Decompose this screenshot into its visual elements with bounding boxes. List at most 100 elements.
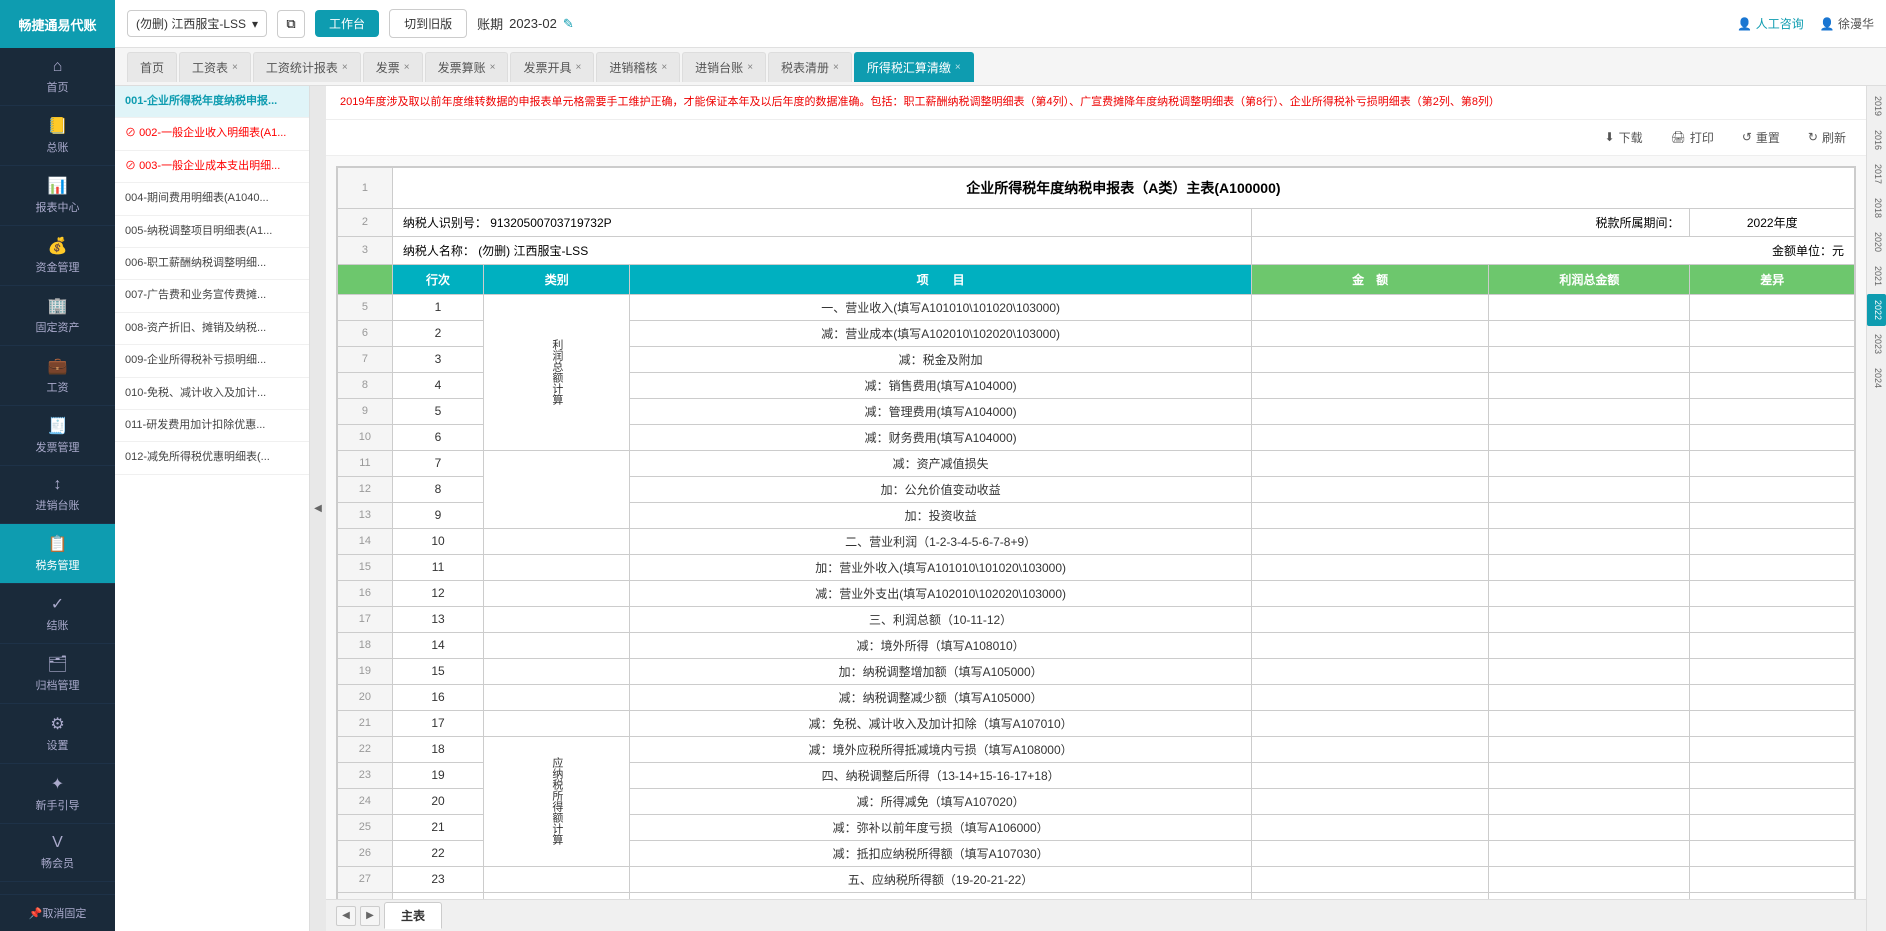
collapse-panel-button[interactable]: ◀ <box>310 86 326 931</box>
copy-icon-btn[interactable]: ⧉ <box>277 10 305 38</box>
sidebar-item-payroll[interactable]: 💼 工资 <box>0 346 115 406</box>
app-logo: 畅捷通易代账 <box>0 0 115 48</box>
tab-label: 首页 <box>140 59 164 76</box>
tab-close-icon[interactable]: × <box>232 62 238 73</box>
tab-close-icon[interactable]: × <box>575 62 581 73</box>
left-panel-item-001[interactable]: 001-企业所得税年度纳税申报... <box>115 86 309 118</box>
tab-close-icon[interactable]: × <box>342 62 348 73</box>
sheet-container[interactable]: 1 企业所得税年度纳税申报表（A类）主表(A100000) 2 纳税人识别号： … <box>326 156 1866 900</box>
table-row: 2 纳税人识别号： 91320500703719732P 税款所属期间： 202… <box>338 208 1855 236</box>
row-num: 6 <box>338 320 393 346</box>
sidebar-item-label: 报表中心 <box>36 199 80 215</box>
sidebar-item-archive-mgmt[interactable]: 🗂 归档管理 <box>0 644 115 704</box>
sidebar-item-import-export[interactable]: ↕ 进销台账 <box>0 466 115 524</box>
sidebar-item-label: 首页 <box>47 79 69 95</box>
table-row: 15 11 加：营业外收入(填写A101010\101020\103000) <box>338 554 1855 580</box>
left-panel-item-004[interactable]: 004-期间费用明细表(A1040... <box>115 183 309 215</box>
tab-label: 所得税汇算清缴 <box>867 59 951 76</box>
side-year-2021[interactable]: 2021 <box>1867 260 1886 292</box>
left-panel-item-002[interactable]: ⊘ 002-一般企业收入明细表(A1... <box>115 118 309 150</box>
sidebar-item-tax-mgmt[interactable]: 📋 税务管理 <box>0 524 115 584</box>
tab-income-tax[interactable]: 所得税汇算清缴 × <box>854 52 974 82</box>
sidebar-item-member[interactable]: V 畅会员 <box>0 824 115 882</box>
left-panel-item-005[interactable]: 005-纳税调整项目明细表(A1... <box>115 216 309 248</box>
tab-close-icon[interactable]: × <box>747 62 753 73</box>
tab-import-account[interactable]: 进销台账 × <box>682 52 766 82</box>
tab-payroll-stat[interactable]: 工资统计报表 × <box>253 52 361 82</box>
row-num: 23 <box>338 762 393 788</box>
left-panel-item-006[interactable]: 006-职工薪酬纳税调整明细... <box>115 248 309 280</box>
side-year-2017[interactable]: 2017 <box>1867 158 1886 190</box>
sidebar-item-new-guide[interactable]: ✦ 新手引导 <box>0 764 115 824</box>
xiangmu-cell: 减：境外所得（填写A108010） <box>630 632 1251 658</box>
sidebar-item-label: 固定资产 <box>36 319 80 335</box>
tab-tax-clear[interactable]: 税表清册 × <box>768 52 852 82</box>
sidebar-item-fund-mgmt[interactable]: 💰 资金管理 <box>0 226 115 286</box>
side-year-2024[interactable]: 2024 <box>1867 362 1886 394</box>
left-panel-item-007[interactable]: 007-广告费和业务宣传费摊... <box>115 280 309 312</box>
chay-cell <box>1690 372 1855 398</box>
side-year-2023[interactable]: 2023 <box>1867 328 1886 360</box>
download-button[interactable]: ⬇ 下载 <box>1599 126 1649 149</box>
workbench-button[interactable]: 工作台 <box>315 10 379 37</box>
prev-sheet-button[interactable]: ◀ <box>336 906 356 926</box>
left-panel-item-008[interactable]: 008-资产折旧、摊销及纳税... <box>115 313 309 345</box>
sidebar: 畅捷通易代账 ⌂ 首页 📒 总账 📊 报表中心 💰 资金管理 🏢 固定资产 <box>0 0 115 931</box>
tab-close-icon[interactable]: × <box>404 62 410 73</box>
user-avatar[interactable]: 👤 徐漫华 <box>1820 15 1874 32</box>
sidebar-pin-toggle[interactable]: 📌 取消固定 <box>0 894 115 931</box>
chay-cell <box>1690 658 1855 684</box>
xiangmu-cell: 减：弥补以前年度亏损（填写A106000） <box>630 814 1251 840</box>
quane-cell <box>1251 658 1489 684</box>
sheet-tab-main[interactable]: 主表 <box>384 902 442 929</box>
support-link[interactable]: 👤 人工咨询 <box>1737 15 1803 32</box>
col-header-hangci: 行次 <box>392 264 483 294</box>
left-panel-item-012[interactable]: 012-减免所得税优惠明细表(... <box>115 442 309 474</box>
taxpayer-id-cell: 纳税人识别号： 91320500703719732P <box>392 208 1251 236</box>
tab-import-check[interactable]: 进销稽核 × <box>596 52 680 82</box>
topbar: (勿删) 江西服宝-LSS ▾ ⧉ 工作台 切到旧版 账期 2023-02 ✎ … <box>115 0 1886 48</box>
side-year-2020[interactable]: 2020 <box>1867 226 1886 258</box>
side-year-2019[interactable]: 2019 <box>1867 90 1886 122</box>
tab-invoice-open[interactable]: 发票开具 × <box>510 52 594 82</box>
tab-close-icon[interactable]: × <box>955 62 961 73</box>
next-sheet-button[interactable]: ▶ <box>360 906 380 926</box>
tab-home[interactable]: 首页 <box>127 52 177 82</box>
leibie-cell: 利润总额计算 <box>484 294 630 450</box>
sidebar-item-home[interactable]: ⌂ 首页 <box>0 48 115 106</box>
switch-old-button[interactable]: 切到旧版 <box>389 9 467 38</box>
row-num: 26 <box>338 840 393 866</box>
side-year-2018[interactable]: 2018 <box>1867 192 1886 224</box>
period-edit-icon[interactable]: ✎ <box>563 16 574 32</box>
tab-close-icon[interactable]: × <box>490 62 496 73</box>
hang-cell: 2 <box>392 320 483 346</box>
left-panel-item-010[interactable]: 010-免税、减计收入及加计... <box>115 378 309 410</box>
download-label: 下载 <box>1619 129 1643 146</box>
sidebar-item-general-ledger[interactable]: 📒 总账 <box>0 106 115 166</box>
side-year-2022[interactable]: 2022 <box>1867 294 1886 326</box>
tab-invoice-calc[interactable]: 发票算账 × <box>425 52 509 82</box>
sidebar-item-report-center[interactable]: 📊 报表中心 <box>0 166 115 226</box>
hang-cell: 22 <box>392 840 483 866</box>
quane-cell <box>1251 684 1489 710</box>
side-year-2016[interactable]: 2016 <box>1867 124 1886 156</box>
hang-cell: 11 <box>392 554 483 580</box>
tab-close-icon[interactable]: × <box>661 62 667 73</box>
quane-cell <box>1251 840 1489 866</box>
company-selector[interactable]: (勿删) 江西服宝-LSS ▾ <box>127 10 267 37</box>
tab-close-icon[interactable]: × <box>833 62 839 73</box>
reset-button[interactable]: ↺ 重置 <box>1736 126 1786 149</box>
sidebar-item-invoice-mgmt[interactable]: 🧾 发票管理 <box>0 406 115 466</box>
tab-invoice[interactable]: 发票 × <box>363 52 423 82</box>
lirune-cell <box>1489 476 1690 502</box>
tab-payroll[interactable]: 工资表 × <box>179 52 251 82</box>
left-panel-item-011[interactable]: 011-研发费用加计扣除优惠... <box>115 410 309 442</box>
left-panel-item-009[interactable]: 009-企业所得税补亏损明细... <box>115 345 309 377</box>
sidebar-item-settings[interactable]: ⚙ 设置 <box>0 704 115 764</box>
sidebar-item-settlement[interactable]: ✓ 结账 <box>0 584 115 644</box>
left-panel-item-003[interactable]: ⊘ 003-一般企业成本支出明细... <box>115 151 309 183</box>
sidebar-item-fixed-assets[interactable]: 🏢 固定资产 <box>0 286 115 346</box>
print-button[interactable]: 🖨 打印 <box>1665 126 1720 149</box>
row-num: 17 <box>338 606 393 632</box>
refresh-button[interactable]: ↻ 刷新 <box>1802 126 1852 149</box>
